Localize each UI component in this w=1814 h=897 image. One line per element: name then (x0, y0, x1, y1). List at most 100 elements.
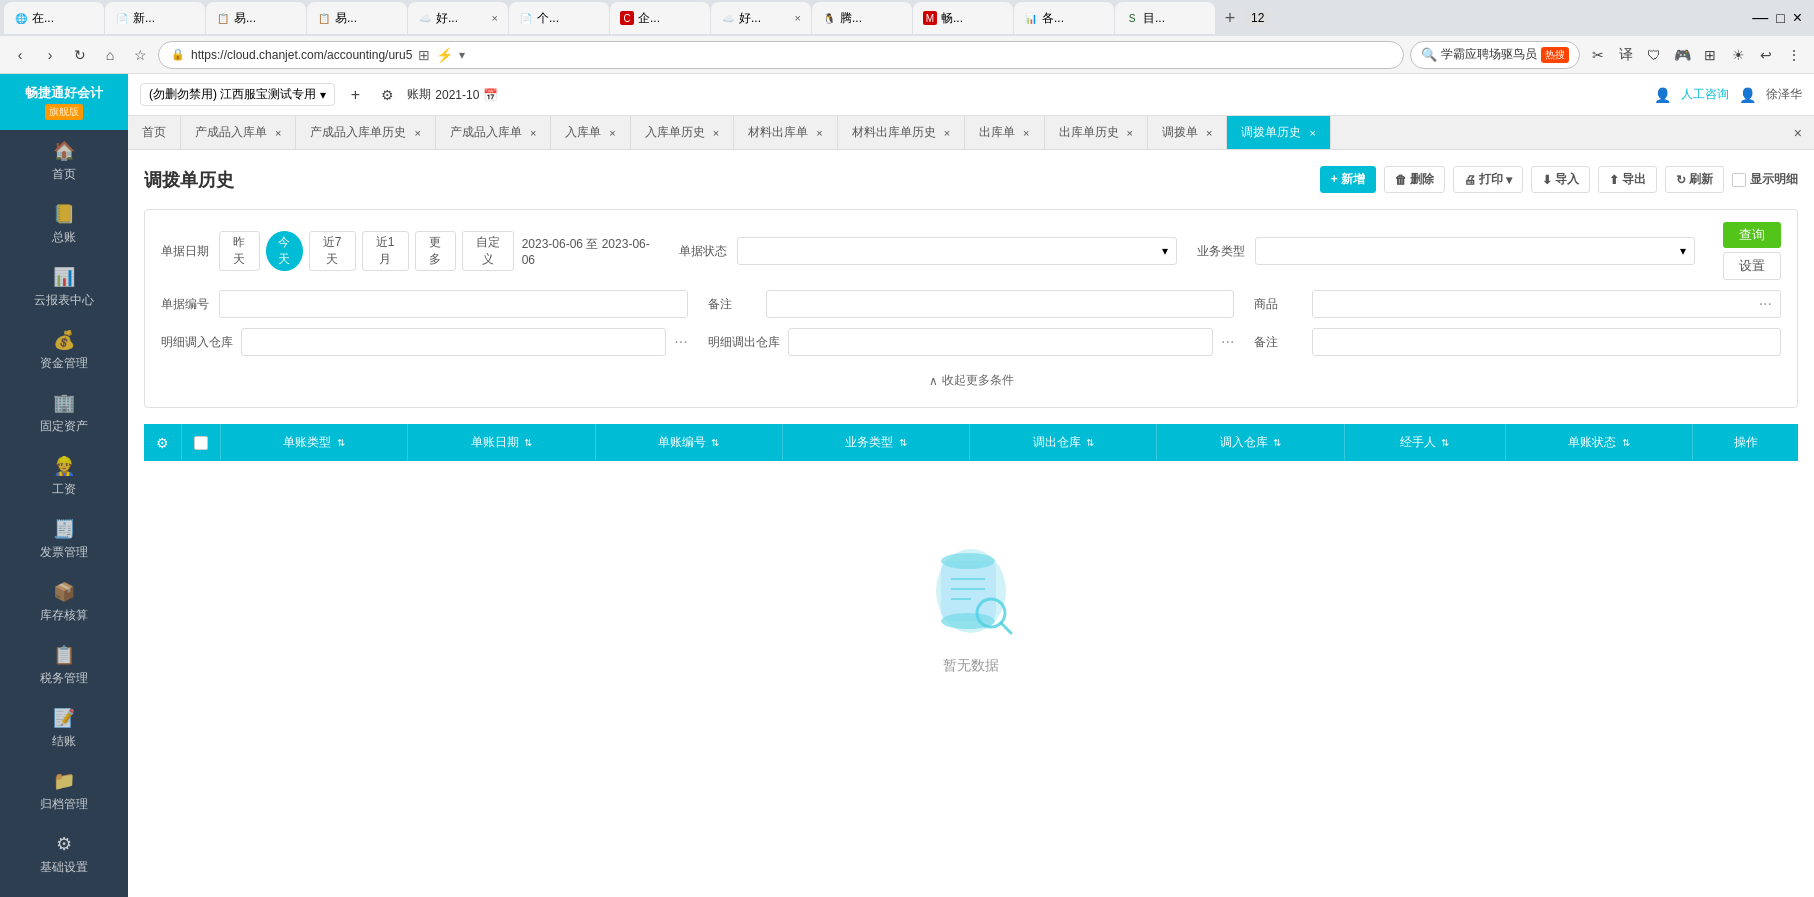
page-tab-1[interactable]: 产成品入库单 × (181, 116, 296, 149)
close-button[interactable]: × (1793, 9, 1802, 27)
page-tab-5[interactable]: 入库单历史 × (631, 116, 734, 149)
biztype-select[interactable]: ▾ (1255, 237, 1695, 265)
page-tab-1-close[interactable]: × (275, 127, 281, 139)
export-button[interactable]: ⬆ 导出 (1598, 166, 1657, 193)
grid-tool[interactable]: ⊞ (1698, 43, 1722, 67)
maximize-button[interactable]: □ (1776, 10, 1784, 26)
goods-dots-button[interactable]: ··· (1759, 295, 1772, 313)
browser-tab-10[interactable]: 📊 各... (1014, 2, 1114, 34)
sidebar-item-archive[interactable]: 📁 归档管理 (0, 760, 128, 823)
delete-button[interactable]: 🗑 删除 (1384, 166, 1445, 193)
date-btn-7days[interactable]: 近7天 (309, 231, 356, 271)
back-button[interactable]: ‹ (8, 43, 32, 67)
date-btn-custom[interactable]: 自定义 (462, 231, 514, 271)
page-tab-6[interactable]: 材料出库单 × (734, 116, 837, 149)
sidebar-item-settings[interactable]: ⚙ 基础设置 (0, 823, 128, 886)
customer-service-link[interactable]: 人工咨询 (1681, 86, 1729, 103)
date-btn-more[interactable]: 更多 (415, 231, 456, 271)
from-warehouse-input[interactable] (241, 328, 666, 356)
page-tab-2-close[interactable]: × (414, 127, 420, 139)
th-doc-date[interactable]: 单账日期 ⇅ (408, 424, 595, 461)
date-btn-yesterday[interactable]: 昨天 (219, 231, 260, 271)
show-toggle[interactable]: 显示明细 (1732, 171, 1798, 188)
print-button[interactable]: 🖨 打印 ▾ (1453, 166, 1523, 193)
page-tab-8-close[interactable]: × (1023, 127, 1029, 139)
url-bar[interactable]: 🔒 https://cloud.chanjet.com/accounting/u… (158, 41, 1404, 69)
page-tab-5-close[interactable]: × (713, 127, 719, 139)
refresh-button[interactable]: ↻ 刷新 (1665, 166, 1724, 193)
page-tab-home[interactable]: 首页 (128, 116, 181, 149)
page-tab-4[interactable]: 入库单 × (551, 116, 630, 149)
menu-tool[interactable]: ⋮ (1782, 43, 1806, 67)
page-tab-10-close[interactable]: × (1206, 127, 1212, 139)
page-tab-7[interactable]: 材料出库单历史 × (838, 116, 965, 149)
bookmark-button[interactable]: ☆ (128, 43, 152, 67)
browser-tab-11[interactable]: S 目... (1115, 2, 1215, 34)
forward-button[interactable]: › (38, 43, 62, 67)
browser-tab-6[interactable]: C 企... (610, 2, 710, 34)
sidebar-item-salary[interactable]: 👷 工资 (0, 445, 128, 508)
sidebar-item-report[interactable]: 📊 云报表中心 (0, 256, 128, 319)
th-doc-status[interactable]: 单账状态 ⇅ (1505, 424, 1692, 461)
browser-tab-7[interactable]: ☁️ 好... × (711, 2, 811, 34)
th-to-warehouse[interactable]: 调入仓库 ⇅ (1157, 424, 1344, 461)
translate-tool[interactable]: 译 (1614, 43, 1638, 67)
th-check[interactable] (182, 424, 221, 461)
browser-search-box[interactable]: 🔍 学霸应聘场驱鸟员 热搜 (1410, 41, 1580, 69)
browser-tab-3[interactable]: 📋 易... (307, 2, 407, 34)
collapse-button[interactable]: ∧ 收起更多条件 (161, 366, 1781, 395)
to-warehouse-input[interactable] (788, 328, 1213, 356)
table-settings-icon[interactable]: ⚙ (156, 435, 169, 451)
chevron-down-icon[interactable]: ▾ (459, 48, 465, 62)
page-tab-3[interactable]: 产成品入库单 × (436, 116, 551, 149)
page-tab-4-close[interactable]: × (609, 127, 615, 139)
calendar-icon[interactable]: 📅 (483, 88, 498, 102)
home-button[interactable]: ⌂ (98, 43, 122, 67)
import-button[interactable]: ⬇ 导入 (1531, 166, 1590, 193)
sidebar-item-close[interactable]: 📝 结账 (0, 697, 128, 760)
close-all-tabs-button[interactable]: × (1794, 125, 1802, 141)
status-select[interactable]: ▾ (737, 237, 1177, 265)
th-settings[interactable]: ⚙ (144, 424, 182, 461)
page-tab-9[interactable]: 出库单历史 × (1045, 116, 1148, 149)
refresh-button[interactable]: ↻ (68, 43, 92, 67)
new-tab-button[interactable]: + (1216, 4, 1244, 32)
sidebar-item-home[interactable]: 🏠 首页 (0, 130, 128, 193)
browser-tab-2[interactable]: 📋 易... (206, 2, 306, 34)
note2-input[interactable] (1312, 328, 1781, 356)
browser-tab-1[interactable]: 📄 新... (105, 2, 205, 34)
browser-tab-0[interactable]: 🌐 在... (4, 2, 104, 34)
game-tool[interactable]: 🎮 (1670, 43, 1694, 67)
new-button[interactable]: + 新增 (1320, 166, 1376, 193)
page-tab-11[interactable]: 调拨单历史 × (1227, 116, 1330, 149)
page-tab-7-close[interactable]: × (944, 127, 950, 139)
browser-tab-8[interactable]: 🐧 腾... (812, 2, 912, 34)
company-selector[interactable]: (勿删勿禁用) 江西服宝测试专用 ▾ (140, 83, 335, 106)
sidebar-item-guide[interactable]: 📖 新手引导 (0, 886, 128, 897)
th-from-warehouse[interactable]: 调出仓库 ⇅ (970, 424, 1157, 461)
date-btn-today[interactable]: 今天 (266, 231, 303, 271)
sidebar-item-asset[interactable]: 🏢 固定资产 (0, 382, 128, 445)
to-warehouse-dots-button[interactable]: ··· (1221, 333, 1234, 351)
undo-tool[interactable]: ↩ (1754, 43, 1778, 67)
browser-tab-5[interactable]: 📄 个... (509, 2, 609, 34)
page-tab-3-close[interactable]: × (530, 127, 536, 139)
tab-close-4[interactable]: × (492, 12, 498, 24)
sidebar-item-inventory[interactable]: 📦 库存核算 (0, 571, 128, 634)
sidebar-item-ledger[interactable]: 📒 总账 (0, 193, 128, 256)
th-handler[interactable]: 经手人 ⇅ (1344, 424, 1505, 461)
th-doc-num[interactable]: 单账编号 ⇅ (595, 424, 782, 461)
th-doc-type[interactable]: 单账类型 ⇅ (221, 424, 408, 461)
page-tab-11-close[interactable]: × (1309, 127, 1315, 139)
page-tab-10[interactable]: 调拨单 × (1148, 116, 1227, 149)
company-settings-button[interactable]: ⚙ (375, 83, 399, 107)
from-warehouse-dots-button[interactable]: ··· (674, 333, 687, 351)
add-company-button[interactable]: + (343, 83, 367, 107)
sun-tool[interactable]: ☀ (1726, 43, 1750, 67)
th-biz-type[interactable]: 业务类型 ⇅ (782, 424, 969, 461)
shield-tool[interactable]: 🛡 (1642, 43, 1666, 67)
page-tab-9-close[interactable]: × (1127, 127, 1133, 139)
page-tab-6-close[interactable]: × (816, 127, 822, 139)
tab-close-7[interactable]: × (795, 12, 801, 24)
page-tab-8[interactable]: 出库单 × (965, 116, 1044, 149)
